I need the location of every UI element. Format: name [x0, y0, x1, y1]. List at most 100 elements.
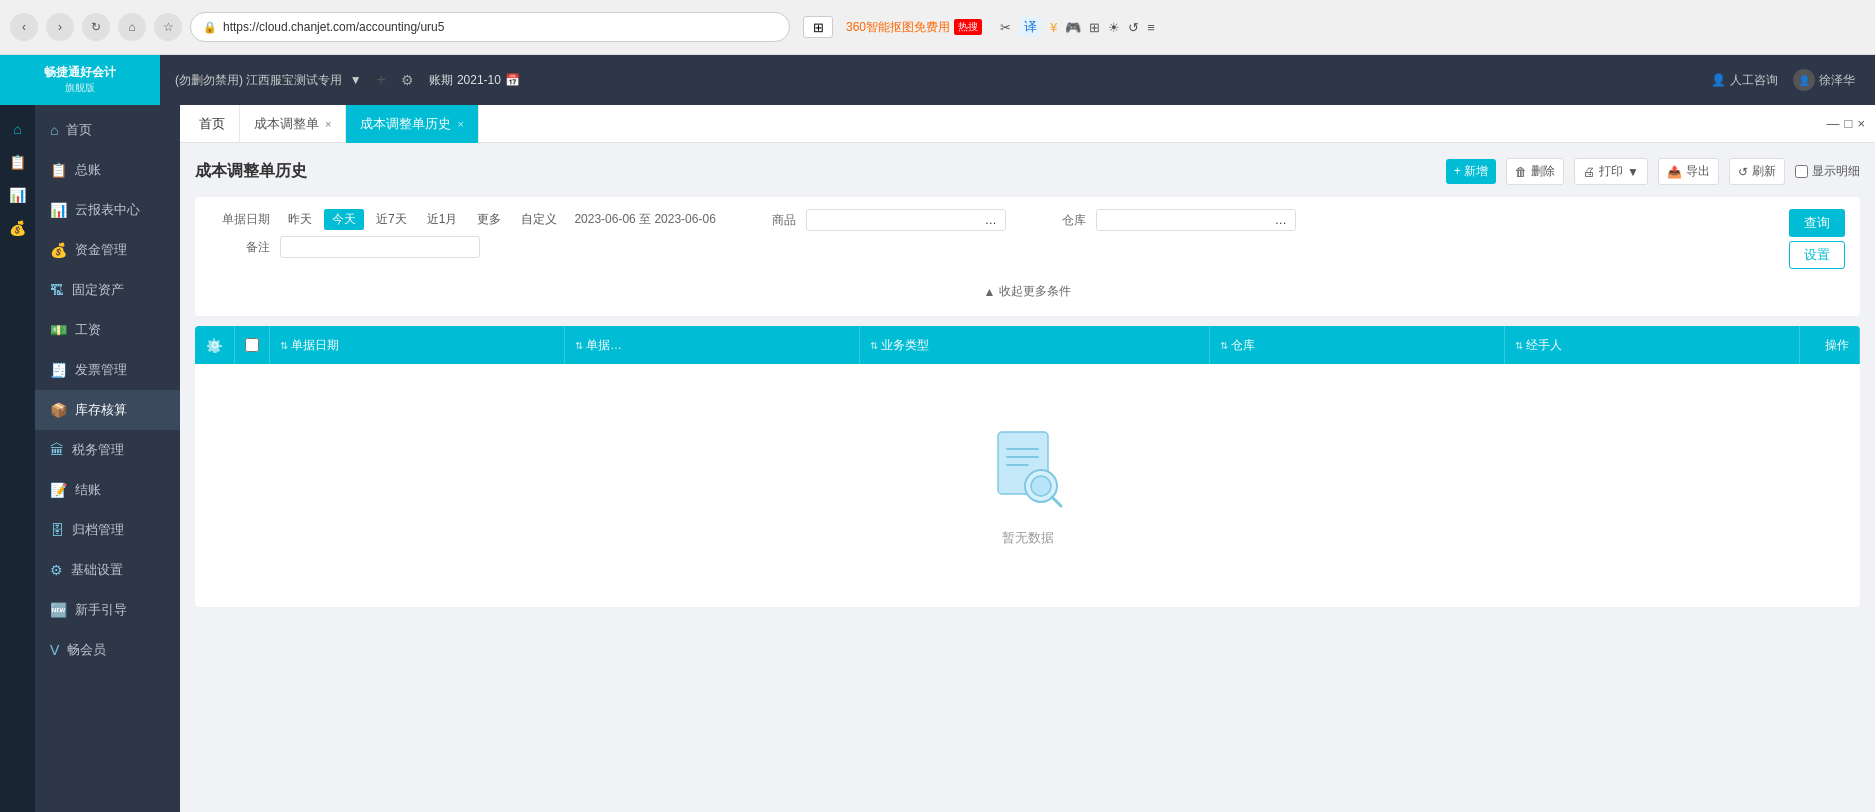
- funds-nav-icon: 💰: [50, 242, 67, 258]
- app-header: 畅捷通好会计 旗舰版 (勿删勿禁用) 江西服宝测试专用 ▼ + ⚙ 账期 202…: [0, 55, 1875, 105]
- remark-input[interactable]: [280, 236, 480, 258]
- nav-item-inventory[interactable]: 📦 库存核算: [35, 390, 180, 430]
- forward-button[interactable]: ›: [46, 13, 74, 41]
- nav-item-guide[interactable]: 🆕 新手引导: [35, 590, 180, 630]
- warehouse-filter-col: 仓库 …: [1026, 209, 1296, 231]
- warehouse-select[interactable]: …: [1096, 209, 1296, 231]
- collapse-btn[interactable]: ▲ 收起更多条件: [980, 279, 1076, 304]
- date-option-today[interactable]: 今天: [324, 209, 364, 230]
- nav-item-assets[interactable]: 🏗 固定资产: [35, 270, 180, 310]
- sidebar-icon-home[interactable]: ⌂: [4, 115, 32, 143]
- nav-item-member[interactable]: V 畅会员: [35, 630, 180, 670]
- nav-item-home[interactable]: ⌂ 首页: [35, 110, 180, 150]
- company-name-text: (勿删勿禁用) 江西服宝测试专用: [175, 73, 342, 87]
- nav-item-closing[interactable]: 📝 结账: [35, 470, 180, 510]
- tab-maximize-btn[interactable]: □: [1845, 116, 1853, 131]
- back-button[interactable]: ‹: [10, 13, 38, 41]
- grid-tool[interactable]: ⊞: [1089, 20, 1100, 35]
- settings-header-icon[interactable]: ⚙: [401, 72, 414, 88]
- company-selector[interactable]: (勿删勿禁用) 江西服宝测试专用 ▼: [175, 72, 362, 89]
- print-btn[interactable]: 🖨 打印 ▼: [1574, 158, 1648, 185]
- date-option-more[interactable]: 更多: [469, 209, 509, 230]
- tab-cost-adjust[interactable]: 成本调整单 ×: [240, 105, 346, 143]
- calendar-icon[interactable]: 📅: [505, 73, 520, 87]
- nav-item-invoices[interactable]: 🧾 发票管理: [35, 350, 180, 390]
- empty-illustration: [983, 424, 1073, 514]
- export-btn-label: 导出: [1686, 163, 1710, 180]
- tab-cost-adjust-close[interactable]: ×: [325, 118, 331, 130]
- sidebar-icon-funds[interactable]: 💰: [4, 214, 32, 242]
- coin-tool[interactable]: ¥: [1050, 20, 1057, 35]
- settings-nav-icon: ⚙: [50, 562, 63, 578]
- nav-item-reports[interactable]: 📊 云报表中心: [35, 190, 180, 230]
- user-profile-btn[interactable]: 👤 徐泽华: [1793, 69, 1855, 91]
- game-tool[interactable]: 🎮: [1065, 20, 1081, 35]
- nav-item-archive[interactable]: 🗄 归档管理: [35, 510, 180, 550]
- delete-icon: 🗑: [1515, 165, 1527, 179]
- tab-cost-adjust-label: 成本调整单: [254, 115, 319, 133]
- cut-tool[interactable]: ✂: [1000, 20, 1011, 35]
- refresh-btn[interactable]: ↺ 刷新: [1729, 158, 1785, 185]
- theme-tool[interactable]: ☀: [1108, 20, 1120, 35]
- th-biztype[interactable]: ⇅ 业务类型: [860, 326, 1210, 364]
- translate-tool[interactable]: 译: [1019, 17, 1042, 37]
- filter-settings-btn[interactable]: 设置: [1789, 241, 1845, 269]
- delete-btn[interactable]: 🗑 删除: [1506, 158, 1564, 185]
- th-date-label: 单据日期: [291, 337, 339, 354]
- date-option-custom[interactable]: 自定义: [513, 209, 565, 230]
- tab-close-btn[interactable]: ×: [1857, 116, 1865, 131]
- nav-item-tax[interactable]: 🏛 税务管理: [35, 430, 180, 470]
- delete-btn-label: 删除: [1531, 163, 1555, 180]
- nav-item-salary[interactable]: 💵 工资: [35, 310, 180, 350]
- tab-cost-adjust-history-label: 成本调整单历史: [360, 115, 451, 133]
- tab-home[interactable]: 首页: [185, 105, 240, 143]
- print-dropdown-icon: ▼: [1627, 165, 1639, 179]
- th-date[interactable]: ⇅ 单据日期: [270, 326, 565, 364]
- nav-label-assets: 固定资产: [72, 281, 124, 299]
- refresh-icon: ↺: [1738, 165, 1748, 179]
- extension-icon[interactable]: ⊞: [803, 16, 833, 38]
- nav-item-ledger[interactable]: 📋 总账: [35, 150, 180, 190]
- nav-item-settings[interactable]: ⚙ 基础设置: [35, 550, 180, 590]
- url-bar[interactable]: 🔒 https://cloud.chanjet.com/accounting/u…: [190, 12, 790, 42]
- refresh-button[interactable]: ↻: [82, 13, 110, 41]
- member-nav-icon: V: [50, 642, 59, 658]
- sidebar-icon-ledger[interactable]: 📋: [4, 148, 32, 176]
- nav-label-closing: 结账: [75, 481, 101, 499]
- home-button[interactable]: ⌂: [118, 13, 146, 41]
- show-detail-checkbox[interactable]: [1795, 165, 1808, 178]
- sidebar-icon-reports[interactable]: 📊: [4, 181, 32, 209]
- nav-label-member: 畅会员: [67, 641, 106, 659]
- th-checkbox[interactable]: [235, 326, 270, 364]
- search-tool[interactable]: 360智能抠图免费用 热搜: [846, 19, 982, 36]
- nav-label-funds: 资金管理: [75, 241, 127, 259]
- tab-cost-adjust-history-close[interactable]: ×: [457, 118, 463, 130]
- add-company-btn[interactable]: +: [377, 71, 386, 89]
- product-select[interactable]: …: [806, 209, 1006, 231]
- nav-label-ledger: 总账: [75, 161, 101, 179]
- tab-minimize-btn[interactable]: —: [1827, 116, 1840, 131]
- header-checkbox[interactable]: [245, 338, 259, 352]
- star-button[interactable]: ☆: [154, 13, 182, 41]
- consult-btn[interactable]: 👤 人工咨询: [1711, 72, 1778, 89]
- empty-text: 暂无数据: [1002, 529, 1054, 547]
- export-btn[interactable]: 📤 导出: [1658, 158, 1719, 185]
- new-btn[interactable]: + 新增: [1446, 159, 1496, 184]
- th-warehouse[interactable]: ⇅ 仓库: [1210, 326, 1505, 364]
- th-settings[interactable]: [195, 326, 235, 364]
- tab-cost-adjust-history[interactable]: 成本调整单历史 ×: [346, 105, 478, 143]
- th-operator[interactable]: ⇅ 经手人: [1505, 326, 1800, 364]
- date-option-1month[interactable]: 近1月: [419, 209, 466, 230]
- nav-item-funds[interactable]: 💰 资金管理: [35, 230, 180, 270]
- date-option-7days[interactable]: 近7天: [368, 209, 415, 230]
- warehouse-more-icon: …: [1275, 213, 1287, 227]
- period-value: 2021-10: [457, 73, 501, 87]
- th-voucher[interactable]: ⇅ 单据…: [565, 326, 860, 364]
- date-label: 单据日期: [210, 211, 270, 228]
- query-btn[interactable]: 查询: [1789, 209, 1845, 237]
- date-option-yesterday[interactable]: 昨天: [280, 209, 320, 230]
- menu-tool[interactable]: ≡: [1147, 20, 1155, 35]
- filter-row-1: 单据日期 昨天 今天 近7天 近1月 更多 自定义 2023-06-06 至 2…: [210, 209, 1845, 269]
- undo-tool[interactable]: ↺: [1128, 20, 1139, 35]
- product-more-icon: …: [985, 213, 997, 227]
